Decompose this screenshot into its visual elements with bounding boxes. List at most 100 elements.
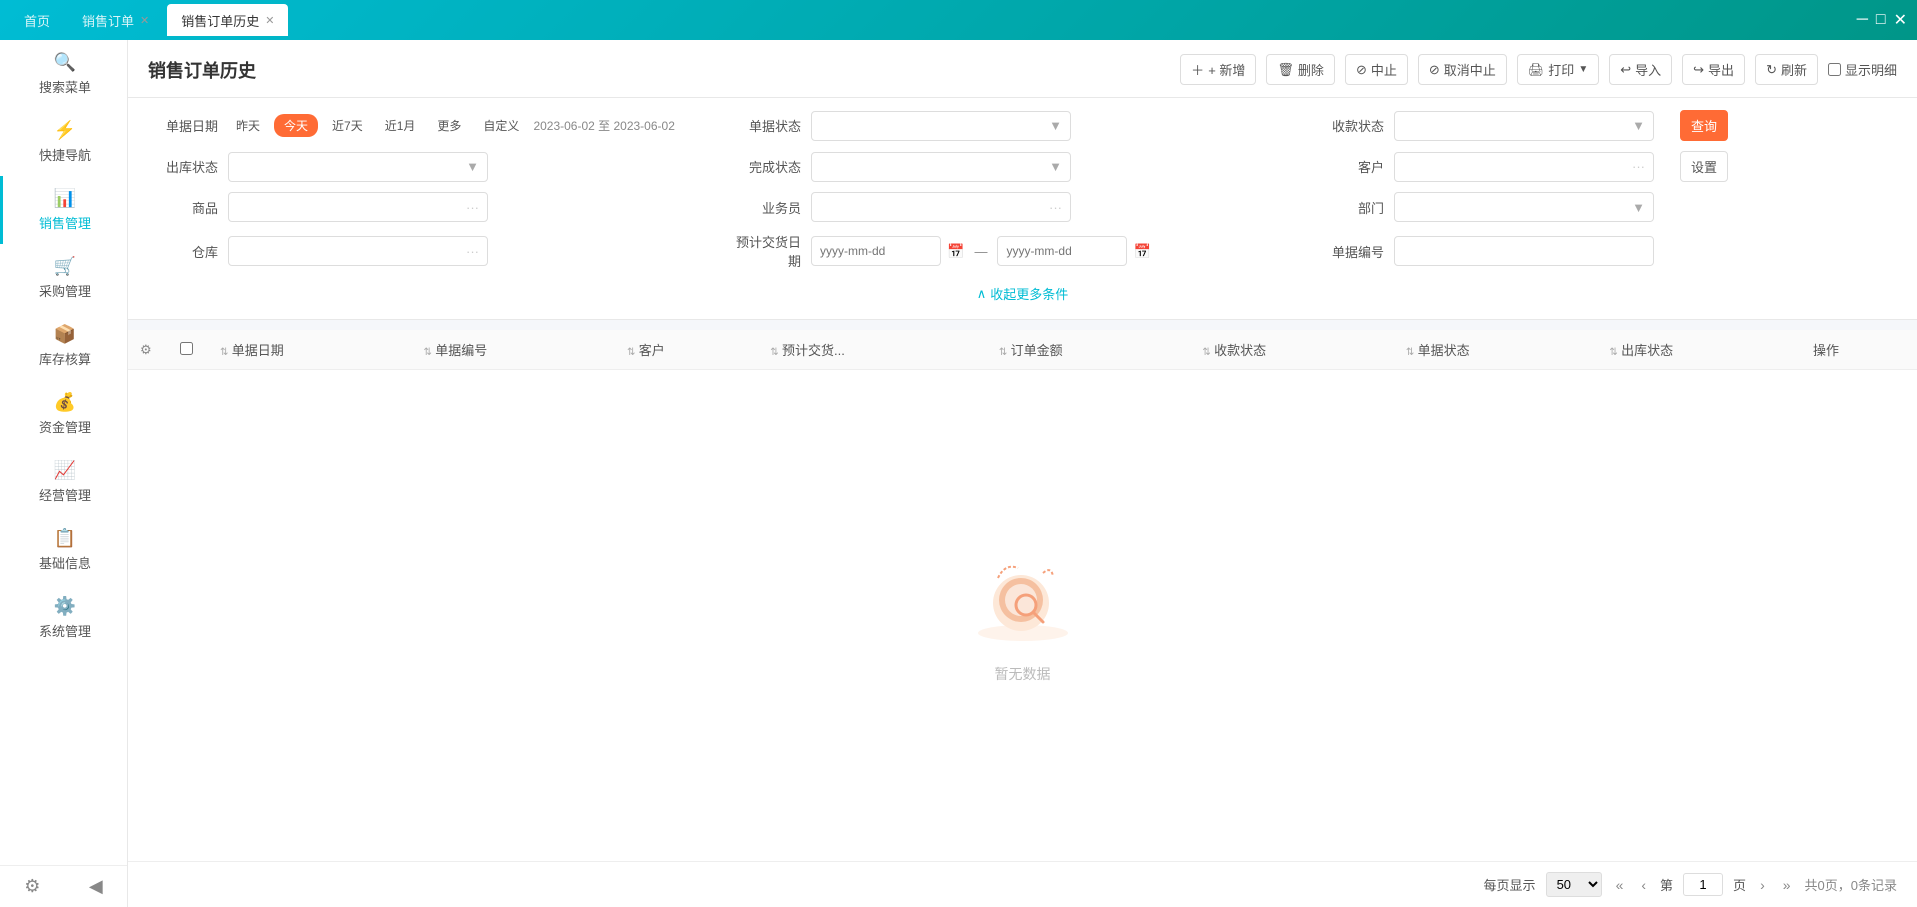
last-page-btn[interactable]: » bbox=[1779, 875, 1795, 895]
page-label: 页 bbox=[1733, 875, 1746, 894]
salesperson-select[interactable]: ··· bbox=[811, 192, 1071, 222]
window-close-icon[interactable]: ✕ bbox=[1894, 10, 1907, 30]
sales-mgmt-icon: 📊 bbox=[54, 188, 76, 209]
sort-bill-date-icon[interactable]: ⇅ bbox=[220, 347, 228, 358]
sidebar-item-purchase-mgmt[interactable]: 🛒 采购管理 bbox=[0, 244, 127, 312]
expected-date-from-input[interactable] bbox=[811, 236, 941, 266]
delete-btn-label: 删除 bbox=[1298, 60, 1324, 79]
maximize-icon[interactable]: □ bbox=[1876, 11, 1886, 29]
expected-date-to-input[interactable] bbox=[997, 236, 1127, 266]
dept-filter: ▼ bbox=[1394, 192, 1897, 222]
expected-date-filter: 📅 — 📅 bbox=[811, 236, 1314, 266]
select-all-checkbox[interactable] bbox=[180, 342, 193, 355]
dept-select[interactable]: ▼ bbox=[1394, 192, 1654, 222]
sidebar-item-operations[interactable]: 📈 经营管理 bbox=[0, 448, 127, 516]
sort-bill-no-icon[interactable]: ⇅ bbox=[424, 347, 432, 358]
sidebar-item-finance[interactable]: 💰 资金管理 bbox=[0, 380, 127, 448]
prev-page-btn[interactable]: ‹ bbox=[1637, 875, 1650, 895]
bill-no-input[interactable] bbox=[1394, 236, 1654, 266]
refresh-button[interactable]: ↻ 刷新 bbox=[1755, 54, 1818, 85]
customer-select[interactable]: ··· bbox=[1394, 152, 1654, 182]
tab-home-label: 首页 bbox=[24, 11, 50, 30]
date-btn-1month[interactable]: 近1月 bbox=[377, 114, 424, 137]
salesperson-filter: ··· bbox=[811, 192, 1314, 222]
date-btn-7days[interactable]: 近7天 bbox=[324, 114, 371, 137]
page-title-row: 销售订单历史 ＋ + 新增 🗑 删除 ⊘ 中止 ⊘ bbox=[148, 54, 1897, 85]
sidebar-item-quick-nav[interactable]: ⚡ 快捷导航 bbox=[0, 108, 127, 176]
stop-icon: ⊘ bbox=[1356, 62, 1367, 78]
sort-bill-status-icon[interactable]: ⇅ bbox=[1406, 347, 1414, 358]
bill-status-select[interactable]: ▼ bbox=[811, 111, 1071, 141]
outbound-status-filter: ▼ bbox=[228, 152, 731, 182]
sort-outbound-icon[interactable]: ⇅ bbox=[1609, 347, 1617, 358]
th-checkbox[interactable] bbox=[168, 330, 208, 370]
settings-btn-label: 设置 bbox=[1691, 157, 1717, 176]
query-button[interactable]: 查询 bbox=[1680, 110, 1728, 141]
th-actions: 操作 bbox=[1801, 330, 1917, 370]
display-detail-label: 显示明细 bbox=[1845, 60, 1897, 79]
sidebar-item-search-menu[interactable]: 🔍 搜索菜单 bbox=[0, 40, 127, 108]
th-bill-no: ⇅ 单据编号 bbox=[412, 330, 616, 370]
sidebar-item-sales-mgmt[interactable]: 📊 销售管理 bbox=[0, 176, 127, 244]
collapse-row[interactable]: ∧ 收起更多条件 bbox=[148, 280, 1897, 307]
date-btn-custom[interactable]: 自定义 bbox=[475, 114, 527, 137]
tab-home[interactable]: 首页 bbox=[10, 4, 64, 36]
tab-sales-order-history-close[interactable]: ✕ bbox=[265, 14, 274, 27]
new-button[interactable]: ＋ + 新增 bbox=[1180, 54, 1256, 85]
sidebar-item-sys-mgmt[interactable]: ⚙️ 系统管理 bbox=[0, 584, 127, 652]
warehouse-select[interactable]: ··· bbox=[228, 236, 488, 266]
stop-btn-label: 中止 bbox=[1371, 60, 1397, 79]
export-button[interactable]: ↪ 导出 bbox=[1682, 54, 1745, 85]
outbound-status-select[interactable]: ▼ bbox=[228, 152, 488, 182]
sidebar-collapse-btn[interactable]: ◀ bbox=[89, 876, 103, 897]
date-filter-value: 昨天 今天 近7天 近1月 更多 自定义 2023-06-02 至 2023-0… bbox=[228, 114, 731, 137]
column-settings-icon[interactable]: ⚙ bbox=[140, 342, 152, 357]
th-bill-date-label: 单据日期 bbox=[232, 343, 284, 358]
sidebar-settings-btn[interactable]: ⚙ bbox=[24, 876, 40, 897]
settings-button[interactable]: 设置 bbox=[1680, 151, 1728, 182]
sort-amount-icon[interactable]: ⇅ bbox=[999, 347, 1007, 358]
sort-customer-icon[interactable]: ⇅ bbox=[627, 347, 635, 358]
cancel-stop-button[interactable]: ⊘ 取消中止 bbox=[1418, 54, 1507, 85]
page-size-select[interactable]: 50 10 20 100 bbox=[1546, 872, 1602, 897]
print-btn-label: 打印 bbox=[1548, 60, 1574, 79]
display-detail-checkbox[interactable]: 显示明细 bbox=[1828, 60, 1897, 79]
stop-button[interactable]: ⊘ 中止 bbox=[1345, 54, 1408, 85]
calendar-to-icon[interactable]: 📅 bbox=[1133, 243, 1150, 260]
receipt-status-select[interactable]: ▼ bbox=[1394, 111, 1654, 141]
delete-button[interactable]: 🗑 删除 bbox=[1266, 54, 1335, 85]
sort-expected-icon[interactable]: ⇅ bbox=[770, 347, 778, 358]
sort-receipt-icon[interactable]: ⇅ bbox=[1202, 347, 1210, 358]
calendar-from-icon[interactable]: 📅 bbox=[947, 243, 964, 260]
date-btn-yesterday[interactable]: 昨天 bbox=[228, 114, 268, 137]
total-records-text: 共0页，0条记录 bbox=[1805, 875, 1897, 894]
print-button[interactable]: 🖨 打印 ▼ bbox=[1517, 54, 1599, 85]
tab-sales-order-close[interactable]: ✕ bbox=[140, 14, 149, 27]
date-btn-more[interactable]: 更多 bbox=[429, 114, 469, 137]
page-number-input[interactable] bbox=[1683, 873, 1723, 896]
th-receipt-status: ⇅ 收款状态 bbox=[1190, 330, 1394, 370]
sidebar: 🔍 搜索菜单 ⚡ 快捷导航 📊 销售管理 🛒 采购管理 📦 库存核算 💰 资金管… bbox=[0, 40, 128, 907]
minimize-icon[interactable]: ─ bbox=[1857, 11, 1868, 29]
th-settings[interactable]: ⚙ bbox=[128, 330, 168, 370]
completion-status-select[interactable]: ▼ bbox=[811, 152, 1071, 182]
tab-sales-order-history[interactable]: 销售订单历史 ✕ bbox=[167, 4, 288, 36]
th-order-amount: ⇅ 订单金额 bbox=[987, 330, 1191, 370]
tab-sales-order[interactable]: 销售订单 ✕ bbox=[68, 4, 163, 36]
next-page-btn[interactable]: › bbox=[1756, 875, 1769, 895]
goods-select[interactable]: ··· bbox=[228, 192, 488, 222]
table-header-row: ⚙ ⇅ 单据日期 ⇅ 单据编号 bbox=[128, 330, 1917, 370]
export-icon: ↪ bbox=[1693, 62, 1704, 78]
first-page-btn[interactable]: « bbox=[1612, 875, 1628, 895]
sidebar-item-basic-info[interactable]: 📋 基础信息 bbox=[0, 516, 127, 584]
refresh-icon: ↻ bbox=[1766, 62, 1777, 78]
import-button[interactable]: ↩ 导入 bbox=[1609, 54, 1672, 85]
table-footer: 每页显示 50 10 20 100 « ‹ 第 页 › » 共0页，0条记录 bbox=[128, 861, 1917, 907]
th-outbound-status: ⇅ 出库状态 bbox=[1597, 330, 1801, 370]
display-detail-input[interactable] bbox=[1828, 63, 1841, 76]
page-input-label: 第 bbox=[1660, 875, 1673, 894]
sidebar-item-inventory[interactable]: 📦 库存核算 bbox=[0, 312, 127, 380]
date-btn-today[interactable]: 今天 bbox=[274, 114, 318, 137]
query-btn-label: 查询 bbox=[1691, 116, 1717, 135]
th-outbound-label: 出库状态 bbox=[1621, 343, 1673, 358]
